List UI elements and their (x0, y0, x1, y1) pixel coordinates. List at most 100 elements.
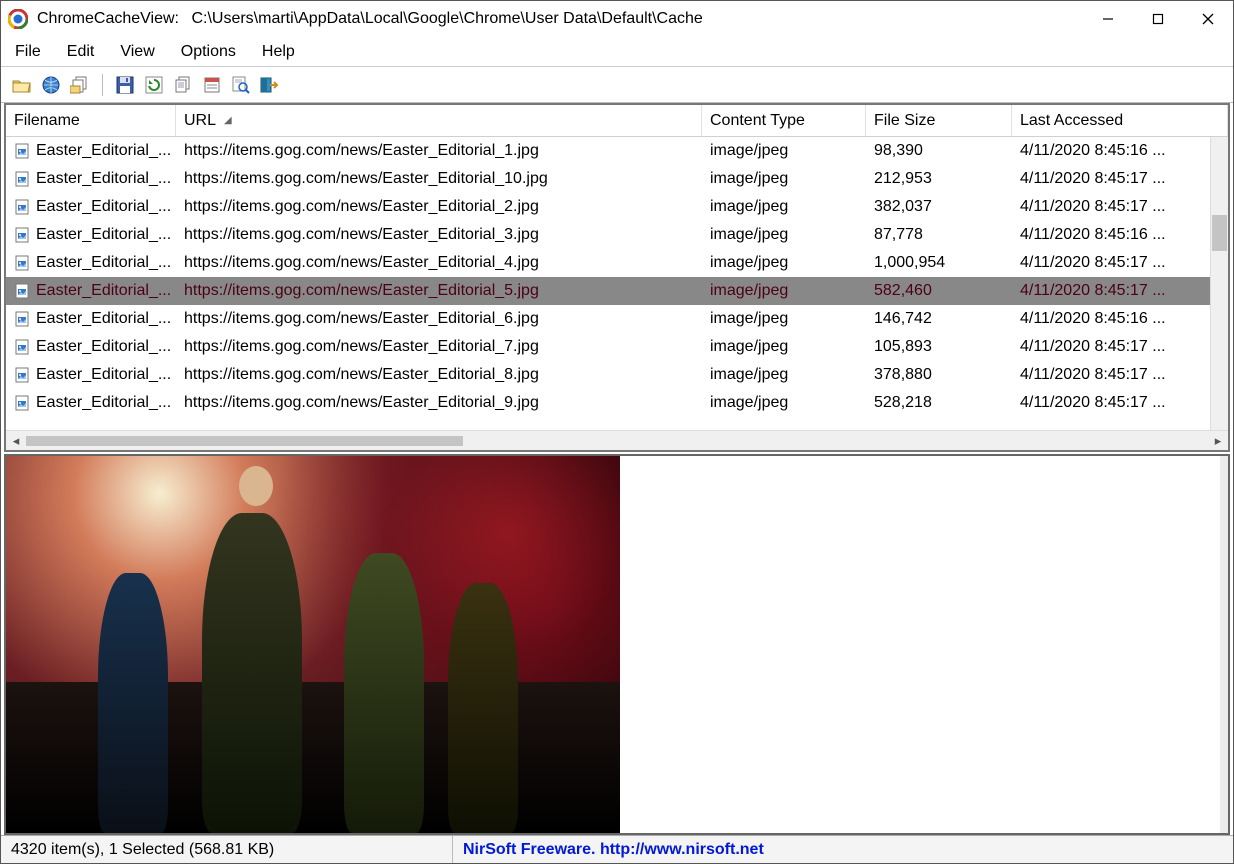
menu-edit[interactable]: Edit (63, 41, 99, 63)
menu-view[interactable]: View (116, 41, 158, 63)
column-header-filename[interactable]: Filename (6, 105, 176, 136)
scroll-left-arrow-icon[interactable]: ◂ (8, 433, 24, 449)
menu-options[interactable]: Options (177, 41, 240, 63)
copy-url-icon[interactable] (67, 72, 93, 98)
filename-text: Easter_Editorial_... (36, 170, 171, 188)
cell-last-accessed: 4/11/2020 8:45:17 ... (1012, 170, 1228, 188)
cell-file-size: 146,742 (866, 310, 1012, 328)
window-controls (1083, 1, 1233, 37)
close-button[interactable] (1183, 1, 1233, 37)
filename-text: Easter_Editorial_... (36, 254, 171, 272)
scrollbar-thumb[interactable] (1212, 215, 1227, 251)
copy-icon[interactable] (170, 72, 196, 98)
menu-help[interactable]: Help (258, 41, 299, 63)
status-credit-link[interactable]: http://www.nirsoft.net (600, 841, 764, 858)
file-list-rows: Easter_Editorial_...https://items.gog.co… (6, 137, 1228, 430)
table-row[interactable]: Easter_Editorial_... https://items.gog.co… (6, 165, 1228, 193)
cell-url: https://items.gog.com/news/Easter_Editor… (176, 254, 702, 272)
cell-filename: Easter_Editorial_... (6, 282, 176, 300)
cell-filename: Easter_Editorial_... (6, 254, 176, 272)
toolbar-separator (102, 74, 103, 96)
filename-text: Easter_Editorial_... (36, 338, 171, 356)
find-icon[interactable] (228, 72, 254, 98)
hscroll-track[interactable] (26, 434, 1208, 448)
column-header-ctype[interactable]: Content Type (702, 105, 866, 136)
table-row[interactable]: Easter_Editorial_...https://items.gog.co… (6, 221, 1228, 249)
cell-last-accessed: 4/11/2020 8:45:17 ... (1012, 254, 1228, 272)
filename-text: Easter_Editorial_... (36, 282, 171, 300)
cell-content-type: image/jpeg (702, 226, 866, 244)
horizontal-scrollbar[interactable]: ◂ ▸ (6, 430, 1228, 450)
open-folder-icon[interactable] (9, 72, 35, 98)
status-credit: NirSoft Freeware. http://www.nirsoft.net (453, 841, 774, 859)
cell-last-accessed: 4/11/2020 8:45:16 ... (1012, 226, 1228, 244)
filename-text: Easter_Editorial_... (36, 310, 171, 328)
cell-filename: Easter_Editorial_... (6, 226, 176, 244)
column-header-size[interactable]: File Size (866, 105, 1012, 136)
cell-last-accessed: 4/11/2020 8:45:17 ... (1012, 366, 1228, 384)
preview-pane (4, 454, 1230, 835)
cell-filename: Easter_Editorial_... (6, 338, 176, 356)
hscroll-thumb[interactable] (26, 436, 463, 446)
cell-last-accessed: 4/11/2020 8:45:17 ... (1012, 198, 1228, 216)
cell-last-accessed: 4/11/2020 8:45:17 ... (1012, 394, 1228, 412)
preview-scrollbar[interactable] (1220, 456, 1228, 833)
minimize-button[interactable] (1083, 1, 1133, 37)
cell-url: https://items.gog.com/news/Easter_Editor… (176, 310, 702, 328)
cell-filename: Easter_Editorial_... (6, 310, 176, 328)
table-row[interactable]: Easter_Editorial_...https://items.gog.co… (6, 361, 1228, 389)
image-file-icon (14, 227, 30, 243)
table-row[interactable]: Easter_Editorial_...https://items.gog.co… (6, 389, 1228, 417)
properties-icon[interactable] (199, 72, 225, 98)
table-row[interactable]: Easter_Editorial_...https://items.gog.co… (6, 333, 1228, 361)
image-file-icon (14, 311, 30, 327)
image-file-icon (14, 199, 30, 215)
scroll-right-arrow-icon[interactable]: ▸ (1210, 433, 1226, 449)
save-icon[interactable] (112, 72, 138, 98)
filename-text: Easter_Editorial_... (36, 198, 171, 216)
cell-file-size: 212,953 (866, 170, 1012, 188)
filename-text: Easter_Editorial_... (36, 142, 171, 160)
cell-file-size: 382,037 (866, 198, 1012, 216)
cell-file-size: 528,218 (866, 394, 1012, 412)
cell-url: https://items.gog.com/news/Easter_Editor… (176, 170, 702, 188)
table-row[interactable]: Easter_Editorial_... https://items.gog.co… (6, 305, 1228, 333)
cell-file-size: 87,778 (866, 226, 1012, 244)
refresh-icon[interactable] (141, 72, 167, 98)
globe-icon[interactable] (38, 72, 64, 98)
cell-url: https://items.gog.com/news/Easter_Editor… (176, 198, 702, 216)
table-row[interactable]: Easter_Editorial_...https://items.gog.co… (6, 277, 1228, 305)
maximize-button[interactable] (1133, 1, 1183, 37)
cell-content-type: image/jpeg (702, 366, 866, 384)
cell-url: https://items.gog.com/news/Easter_Editor… (176, 366, 702, 384)
cell-last-accessed: 4/11/2020 8:45:16 ... (1012, 310, 1228, 328)
filename-text: Easter_Editorial_... (36, 226, 171, 244)
cell-last-accessed: 4/11/2020 8:45:16 ... (1012, 142, 1228, 160)
image-file-icon (14, 395, 30, 411)
menu-file[interactable]: File (11, 41, 45, 63)
column-header-accessed[interactable]: Last Accessed (1012, 105, 1228, 136)
cell-content-type: image/jpeg (702, 338, 866, 356)
exit-icon[interactable] (257, 72, 283, 98)
toolbar (1, 67, 1233, 103)
cell-file-size: 378,880 (866, 366, 1012, 384)
cell-file-size: 98,390 (866, 142, 1012, 160)
cell-content-type: image/jpeg (702, 170, 866, 188)
table-row[interactable]: Easter_Editorial_... https://items.gog.co… (6, 193, 1228, 221)
image-file-icon (14, 367, 30, 383)
cell-url: https://items.gog.com/news/Easter_Editor… (176, 142, 702, 160)
filename-text: Easter_Editorial_... (36, 394, 171, 412)
app-window: ChromeCacheView: C:\Users\marti\AppData\… (0, 0, 1234, 864)
cell-filename: Easter_Editorial_... (6, 366, 176, 384)
status-count: 4320 item(s), 1 Selected (568.81 KB) (1, 836, 453, 863)
vertical-scrollbar[interactable] (1210, 137, 1228, 430)
column-headers: FilenameURL◢Content TypeFile SizeLast Ac… (6, 105, 1228, 137)
cell-last-accessed: 4/11/2020 8:45:17 ... (1012, 282, 1228, 300)
window-title: ChromeCacheView: C:\Users\marti\AppData\… (37, 10, 703, 28)
cell-filename: Easter_Editorial_... (6, 170, 176, 188)
cell-content-type: image/jpeg (702, 198, 866, 216)
column-header-url[interactable]: URL◢ (176, 105, 702, 136)
cell-content-type: image/jpeg (702, 142, 866, 160)
table-row[interactable]: Easter_Editorial_... https://items.gog.co… (6, 249, 1228, 277)
table-row[interactable]: Easter_Editorial_... https://items.gog.co… (6, 137, 1228, 165)
